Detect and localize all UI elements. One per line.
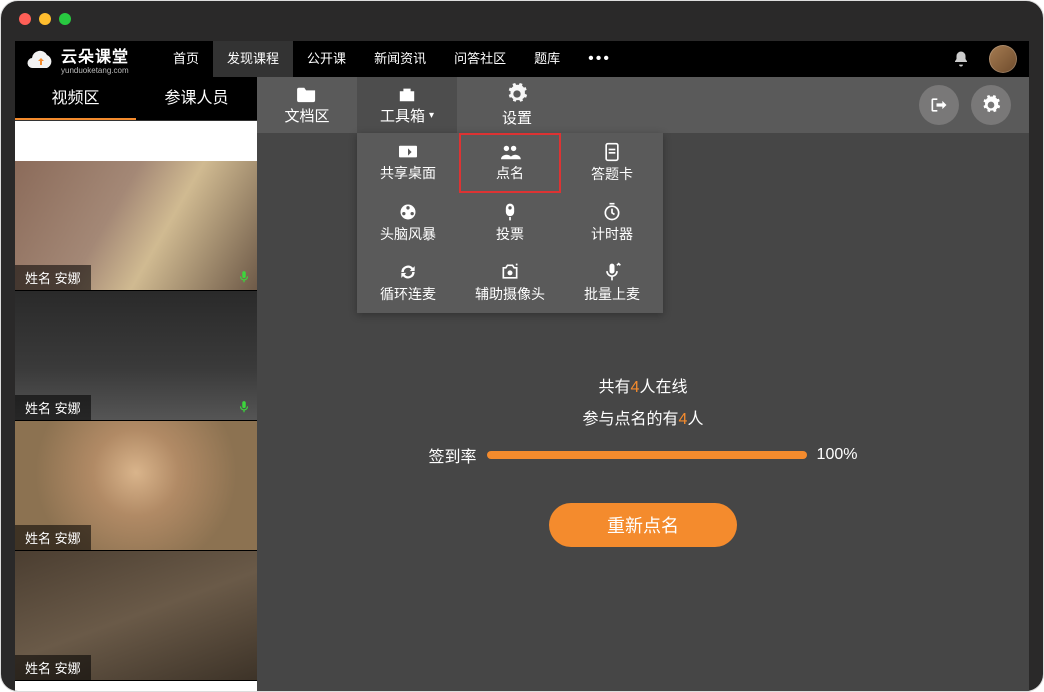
tool-rollcall[interactable]: 点名 [459, 133, 561, 193]
tool-label: 计时器 [591, 224, 633, 244]
tool-share-screen[interactable]: 共享桌面 [357, 133, 459, 193]
tool-batch-mic[interactable]: 批量上麦 [561, 253, 663, 313]
toolbox-icon [396, 85, 418, 103]
toolbox-dropdown: 共享桌面 点名 答题卡 头脑风暴 [357, 133, 663, 313]
video-tile[interactable]: 姓名 安娜 [15, 291, 257, 421]
tab-docs[interactable]: 文档区 [257, 77, 357, 133]
mic-up-icon [602, 262, 622, 282]
rollcall-stats: 共有4人在线 参与点名的有4人 签到率 100% 重新点名 [257, 373, 1029, 547]
people-icon [499, 143, 521, 161]
tool-label: 循环连麦 [380, 284, 436, 304]
tool-label: 共享桌面 [380, 163, 436, 183]
camera-plus-icon [500, 262, 520, 282]
close-dot[interactable] [19, 13, 31, 25]
tool-vote[interactable]: 投票 [459, 193, 561, 253]
tab-toolbox[interactable]: 工具箱 ▾ [357, 77, 457, 133]
tool-label: 投票 [496, 224, 524, 244]
video-label: 姓名 安娜 [15, 655, 91, 680]
video-tile[interactable]: 姓名 安娜 [15, 551, 257, 681]
vote-icon [500, 202, 520, 222]
blank-row [15, 121, 257, 161]
rate-progress [487, 451, 807, 459]
tool-brainstorm[interactable]: 头脑风暴 [357, 193, 459, 253]
text: 人在线 [639, 379, 687, 396]
tool-label: 答题卡 [591, 164, 633, 184]
video-tile[interactable]: 姓名 安娜 [15, 161, 257, 291]
folder-icon [296, 85, 318, 103]
video-list: 姓名 安娜 姓名 安娜 姓名 安娜 姓名 安娜 [15, 121, 257, 692]
sidebar-tabs: 视频区 参课人员 [15, 77, 257, 121]
max-dot[interactable] [59, 13, 71, 25]
text: 共有 [599, 379, 631, 396]
settings-button[interactable] [971, 85, 1011, 125]
mic-on-icon [237, 400, 251, 414]
tab-label: 设置 [502, 107, 532, 128]
tool-answer-card[interactable]: 答题卡 [561, 133, 663, 193]
video-sidebar: 视频区 参课人员 姓名 安娜 姓名 安娜 [15, 77, 257, 692]
top-nav: 云朵课堂 yunduoketang.com 首页 发现课程 公开课 新闻资讯 问… [15, 41, 1029, 77]
exit-icon [929, 95, 949, 115]
tab-settings[interactable]: 设置 [457, 77, 577, 133]
brand-logo[interactable]: 云朵课堂 yunduoketang.com [27, 43, 129, 75]
tool-aux-camera[interactable]: 辅助摄像头 [459, 253, 561, 313]
tab-label: 文档区 [284, 105, 329, 126]
main-tabbar: 文档区 工具箱 ▾ 设置 [257, 77, 1029, 133]
text: 人 [687, 411, 703, 428]
nav-open-class[interactable]: 公开课 [293, 41, 360, 77]
nav-news[interactable]: 新闻资讯 [360, 41, 440, 77]
gear-icon [981, 95, 1001, 115]
brand-name: 云朵课堂 [61, 49, 129, 66]
tool-label: 头脑风暴 [380, 224, 436, 244]
brand-domain: yunduoketang.com [61, 67, 129, 75]
signin-rate-row: 签到率 100% [429, 443, 858, 467]
screen-share-icon [397, 143, 419, 161]
tool-label: 点名 [496, 163, 524, 183]
tool-label: 辅助摄像头 [475, 284, 545, 304]
main-area: 文档区 工具箱 ▾ 设置 [257, 77, 1029, 692]
film-icon [398, 202, 418, 222]
rate-progress-fill [487, 451, 807, 459]
text: 参与点名的有 [583, 411, 679, 428]
nav-qa[interactable]: 问答社区 [440, 41, 520, 77]
exit-button[interactable] [919, 85, 959, 125]
card-icon [602, 142, 622, 162]
tab-participants[interactable]: 参课人员 [136, 77, 257, 120]
notifications-button[interactable] [947, 45, 975, 73]
participated-line: 参与点名的有4人 [583, 405, 704, 429]
online-line: 共有4人在线 [599, 373, 688, 397]
video-thumb [15, 681, 257, 692]
mic-on-icon [237, 270, 251, 284]
rollcall-again-button[interactable]: 重新点名 [549, 503, 737, 547]
nav-more[interactable]: ••• [574, 50, 625, 68]
nav-bank[interactable]: 题库 [520, 41, 574, 77]
timer-icon [602, 202, 622, 222]
rate-label: 签到率 [429, 443, 477, 467]
tool-timer[interactable]: 计时器 [561, 193, 663, 253]
rate-value: 100% [817, 446, 858, 464]
nav-discover[interactable]: 发现课程 [213, 41, 293, 77]
video-tile[interactable]: 姓名 安娜 [15, 421, 257, 551]
window-controls [19, 13, 71, 25]
nav-home[interactable]: 首页 [159, 41, 213, 77]
user-avatar[interactable] [989, 45, 1017, 73]
video-label: 姓名 安娜 [15, 265, 91, 290]
bell-icon [952, 50, 970, 68]
video-tile-empty [15, 681, 257, 692]
tab-label: 工具箱 [380, 105, 425, 126]
loop-icon [398, 262, 418, 282]
tool-label: 批量上麦 [584, 284, 640, 304]
tool-loop-mic[interactable]: 循环连麦 [357, 253, 459, 313]
video-label: 姓名 安娜 [15, 395, 91, 420]
cloud-logo-icon [27, 47, 55, 71]
video-label: 姓名 安娜 [15, 525, 91, 550]
gear-icon [506, 83, 528, 105]
min-dot[interactable] [39, 13, 51, 25]
tab-video[interactable]: 视频区 [15, 77, 136, 120]
chevron-down-icon: ▾ [429, 110, 434, 121]
